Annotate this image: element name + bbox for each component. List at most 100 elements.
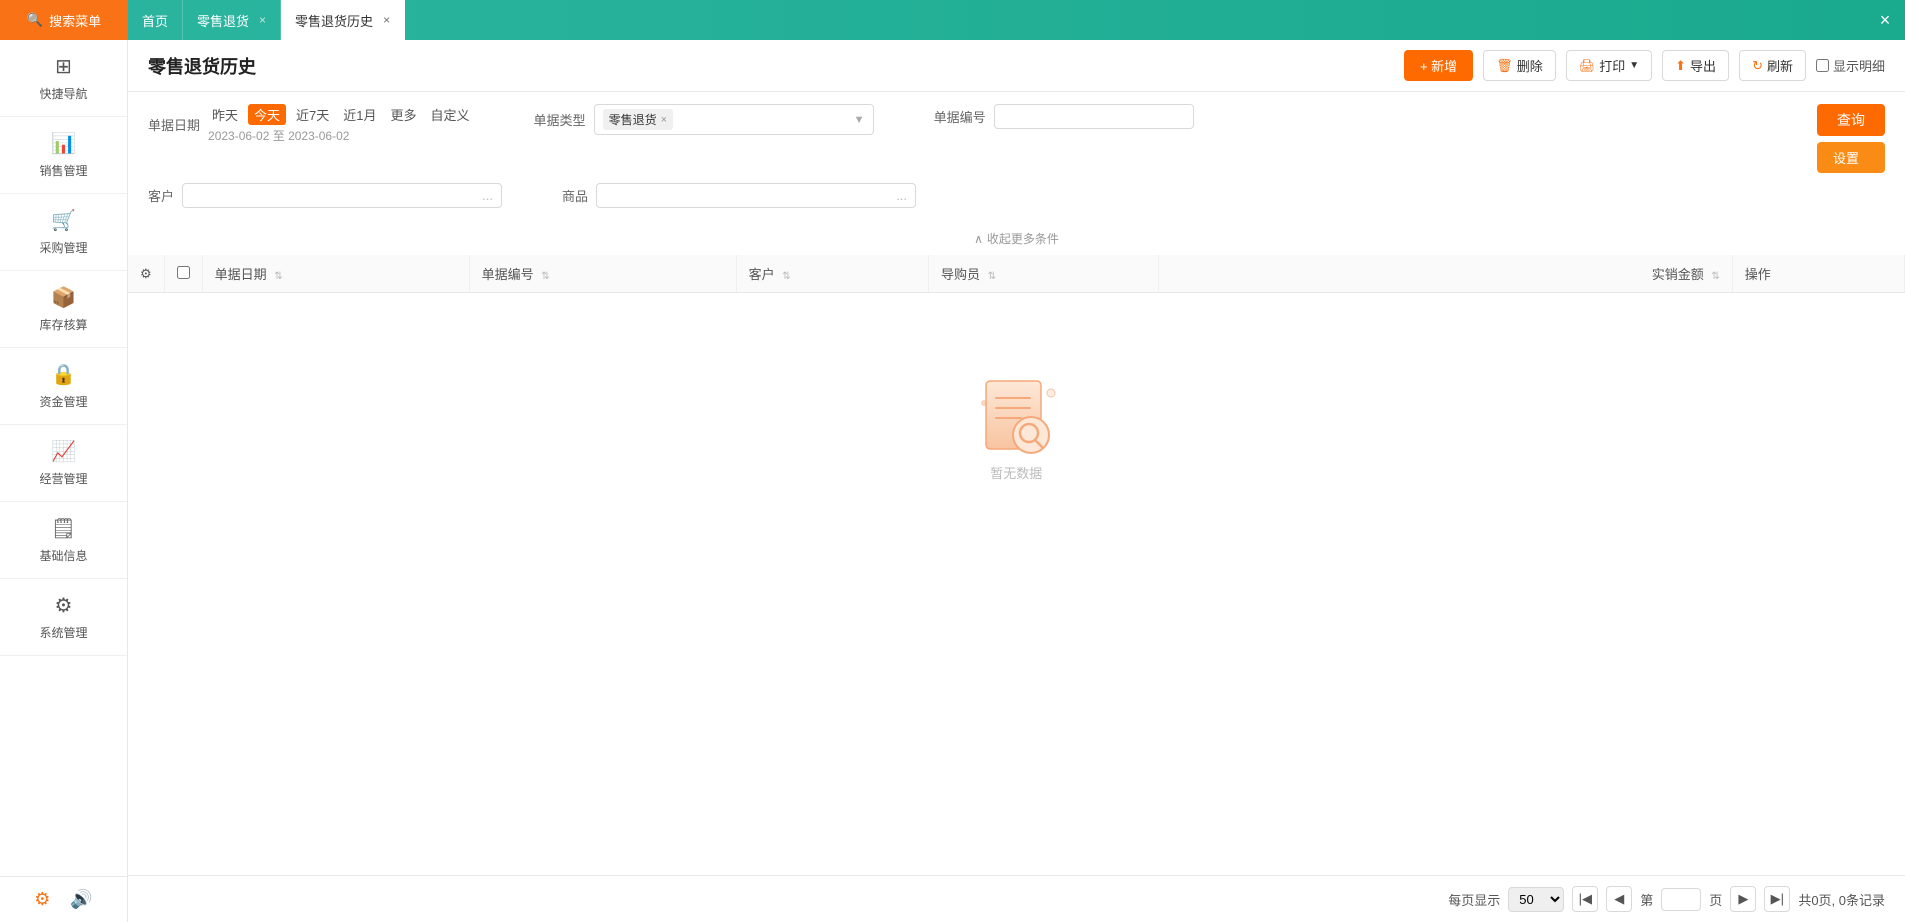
- query-button[interactable]: 查询: [1817, 104, 1885, 136]
- last-page-button[interactable]: ▶|: [1764, 886, 1790, 912]
- page-input[interactable]: 1: [1661, 888, 1701, 911]
- purchase-icon: 🛒: [51, 208, 76, 233]
- sidebar-item-quick-nav[interactable]: ⊞ 快捷导航: [0, 40, 127, 117]
- th-date[interactable]: 单据日期 ⇅: [202, 255, 469, 293]
- next-page-button[interactable]: ▶: [1730, 886, 1756, 912]
- audio-icon[interactable]: 🔊: [70, 889, 92, 910]
- voucher-type-select[interactable]: 零售退货 × ▼: [594, 104, 874, 135]
- date-option-7days[interactable]: 近7天: [292, 104, 333, 125]
- sidebar-item-label: 库存核算: [39, 316, 87, 333]
- per-page-select[interactable]: 50 10 20 100: [1508, 887, 1564, 912]
- quick-nav-icon: ⊞: [55, 54, 72, 79]
- sidebar-item-label: 采购管理: [39, 239, 87, 256]
- th-customer[interactable]: 客户 ⇅: [736, 255, 928, 293]
- th-checkbox[interactable]: [164, 255, 202, 293]
- date-option-more[interactable]: 更多: [387, 104, 421, 125]
- sidebar-item-system[interactable]: ⚙ 系统管理: [0, 579, 127, 656]
- date-range-display: 2023-06-02 至 2023-06-02: [208, 127, 474, 144]
- tab-retail-return[interactable]: 零售退货 ×: [183, 0, 281, 40]
- date-option-custom[interactable]: 自定义: [427, 104, 474, 125]
- date-option-1month[interactable]: 近1月: [339, 104, 380, 125]
- show-detail-checkbox[interactable]: 显示明细: [1816, 56, 1885, 75]
- export-button[interactable]: ⬆ 导出: [1662, 50, 1729, 81]
- voucher-no-filter: 单据编号: [934, 104, 1194, 129]
- sidebar-item-label: 经营管理: [39, 470, 87, 487]
- voucher-no-label: 单据编号: [934, 107, 986, 126]
- pagination-bar: 每页显示 50 10 20 100 |◀ ◀ 第 1 页 ▶ ▶| 共0页, 0…: [128, 875, 1905, 922]
- sort-customer-icon: ⇅: [782, 271, 790, 282]
- empty-state-row: 暂无数据: [128, 293, 1905, 563]
- header-row: ⚙ 单据日期 ⇅ 单据编号 ⇅ 客户 ⇅: [128, 255, 1905, 293]
- collapse-row: ∧ 收起更多条件: [148, 224, 1885, 255]
- collapse-button[interactable]: ∧ 收起更多条件: [974, 230, 1059, 247]
- voucher-no-input[interactable]: [994, 104, 1194, 129]
- close-tab-retail-return[interactable]: ×: [259, 13, 266, 27]
- prev-page-button[interactable]: ◀: [1606, 886, 1632, 912]
- th-no[interactable]: 单据编号 ⇅: [469, 255, 736, 293]
- print-button[interactable]: 🖨 打印 ▼: [1566, 50, 1652, 81]
- customer-ellipsis: ...: [482, 188, 493, 203]
- content-area: 零售退货历史 + 新增 🗑 删除 🖨 打印 ▼ ⬆ 导出: [128, 40, 1905, 922]
- sidebar-item-label: 资金管理: [39, 393, 87, 410]
- operations-icon: 📈: [51, 439, 76, 464]
- window-close-button[interactable]: ×: [1865, 0, 1905, 40]
- empty-text: 暂无数据: [990, 463, 1042, 482]
- date-filter: 单据日期 昨天 今天 近7天 近1月 更多 自定义 2023-06-02 至 2…: [148, 104, 474, 144]
- sidebar-item-inventory[interactable]: 📦 库存核算: [0, 271, 127, 348]
- delete-icon: 🗑: [1496, 58, 1513, 74]
- goods-input[interactable]: ...: [596, 183, 916, 208]
- voucher-type-tag: 零售退货 ×: [603, 109, 673, 130]
- customer-filter: 客户 ...: [148, 183, 502, 208]
- page-actions: + 新增 🗑 删除 🖨 打印 ▼ ⬆ 导出 ↻: [1404, 50, 1885, 81]
- th-amount[interactable]: 实销金额 ⇅: [1158, 255, 1732, 293]
- sidebar: ⊞ 快捷导航 📊 销售管理 🛒 采购管理 📦 库存核算 🔒 资金管理 📈 经营管…: [0, 40, 128, 922]
- search-icon: 🔍: [27, 12, 43, 28]
- date-option-today[interactable]: 今天: [248, 104, 286, 125]
- inventory-icon: 📦: [51, 285, 76, 310]
- print-icon: 🖨: [1579, 58, 1596, 74]
- table-body: 暂无数据: [128, 293, 1905, 563]
- first-page-button[interactable]: |◀: [1572, 886, 1598, 912]
- remove-voucher-type-tag[interactable]: ×: [661, 114, 667, 126]
- print-dropdown-icon: ▼: [1629, 60, 1639, 71]
- export-icon: ⬆: [1675, 58, 1686, 74]
- sidebar-item-finance[interactable]: 🔒 资金管理: [0, 348, 127, 425]
- page-title: 零售退货历史: [148, 53, 256, 79]
- tab-retail-return-history[interactable]: 零售退货历史 ×: [281, 0, 405, 40]
- tab-retail-return-label: 零售退货: [197, 11, 249, 30]
- date-option-yesterday[interactable]: 昨天: [208, 104, 242, 125]
- sidebar-item-operations[interactable]: 📈 经营管理: [0, 425, 127, 502]
- select-all-checkbox[interactable]: [177, 266, 190, 279]
- sidebar-item-basic-info[interactable]: 🗒 基础信息: [0, 502, 127, 579]
- new-button[interactable]: + 新增: [1404, 50, 1473, 81]
- voucher-type-filter: 单据类型 零售退货 × ▼: [534, 104, 874, 135]
- th-actions: 操作: [1732, 255, 1904, 293]
- sort-no-icon: ⇅: [541, 271, 549, 282]
- refresh-button[interactable]: ↻ 刷新: [1739, 50, 1806, 81]
- setting-button[interactable]: 设置: [1817, 142, 1885, 173]
- th-settings[interactable]: ⚙: [128, 255, 164, 293]
- tab-list: 首页 零售退货 × 零售退货历史 ×: [128, 0, 1865, 40]
- tab-home[interactable]: 首页: [128, 0, 183, 40]
- system-icon: ⚙: [55, 593, 73, 618]
- tab-home-label: 首页: [142, 11, 168, 30]
- search-menu[interactable]: 🔍 搜索菜单: [0, 0, 128, 40]
- finance-icon: 🔒: [51, 362, 76, 387]
- close-tab-retail-return-history[interactable]: ×: [383, 13, 390, 27]
- goods-filter-label: 商品: [562, 186, 588, 205]
- customer-input[interactable]: ...: [182, 183, 502, 208]
- show-detail-input[interactable]: [1816, 59, 1829, 72]
- delete-button[interactable]: 🗑 删除: [1483, 50, 1556, 81]
- sidebar-bottom: ⚙ 🔊: [0, 876, 127, 922]
- th-guide[interactable]: 导购员 ⇅: [929, 255, 1159, 293]
- table-wrapper: ⚙ 单据日期 ⇅ 单据编号 ⇅ 客户 ⇅: [128, 255, 1905, 875]
- sidebar-item-sales[interactable]: 📊 销售管理: [0, 117, 127, 194]
- goods-ellipsis: ...: [896, 188, 907, 203]
- settings-bottom-icon[interactable]: ⚙: [34, 889, 50, 910]
- sidebar-item-label: 系统管理: [39, 624, 87, 641]
- sidebar-item-label: 快捷导航: [39, 85, 87, 102]
- select-chevron-icon: ▼: [854, 114, 865, 126]
- page-label: 第: [1640, 890, 1653, 909]
- sidebar-item-purchase[interactable]: 🛒 采购管理: [0, 194, 127, 271]
- total-text: 共0页, 0条记录: [1798, 890, 1885, 909]
